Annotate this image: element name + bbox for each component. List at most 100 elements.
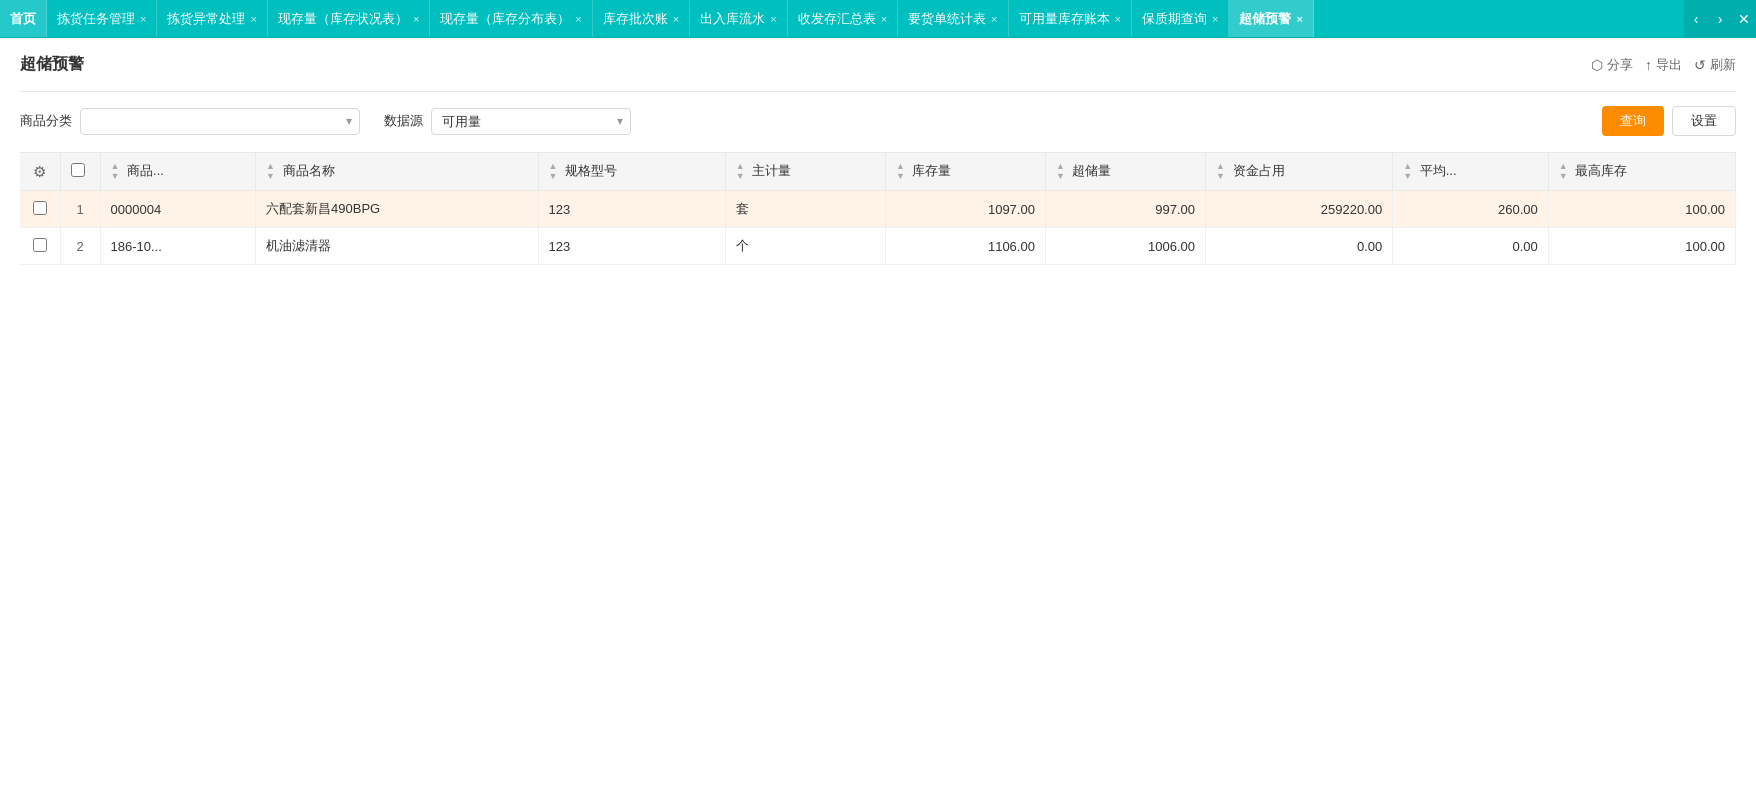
close-icon[interactable]: × (991, 13, 997, 25)
sort-icon: ▲▼ (1559, 162, 1568, 181)
close-icon[interactable]: × (140, 13, 146, 25)
share-icon: ⬡ (1591, 57, 1603, 73)
export-button[interactable]: ↑ 导出 (1645, 56, 1682, 74)
th-max-stock[interactable]: ▲▼ 最高库存 (1548, 153, 1735, 191)
filter-action-buttons: 查询 设置 (1602, 106, 1736, 136)
table-body: 1 0000004 六配套新昌490BPG 123 套 1097.00 997.… (20, 191, 1736, 265)
top-navigation: 首页 拣货任务管理 × 拣货异常处理 × 现存量（库存状况表） × 现存量（库存… (0, 0, 1756, 38)
data-source-select[interactable]: 可用量 库存量 (431, 108, 631, 135)
th-spec[interactable]: ▲▼ 规格型号 (538, 153, 725, 191)
td-checkbox (20, 191, 60, 228)
close-icon[interactable]: × (770, 13, 776, 25)
nav-arrow-close-button[interactable]: ✕ (1732, 0, 1756, 38)
td-stock-qty: 1106.00 (885, 228, 1045, 265)
th-index (60, 153, 100, 191)
close-icon[interactable]: × (881, 13, 887, 25)
nav-tab-available-stock[interactable]: 可用量库存账本 × (1009, 0, 1132, 38)
td-product-name: 机油滤清器 (256, 228, 539, 265)
th-stock-qty[interactable]: ▲▼ 库存量 (885, 153, 1045, 191)
header-actions: ⬡ 分享 ↑ 导出 ↺ 刷新 (1591, 56, 1736, 74)
data-source-select-wrapper: 可用量 库存量 (431, 108, 631, 135)
nav-tab-in-out-flow[interactable]: 出入库流水 × (690, 0, 787, 38)
td-avg: 0.00 (1393, 228, 1549, 265)
nav-arrows-container: ‹ › ✕ (1684, 0, 1756, 38)
th-overstock-qty[interactable]: ▲▼ 超储量 (1045, 153, 1205, 191)
nav-tab-stock-dist[interactable]: 现存量（库存分布表） × (430, 0, 592, 38)
sort-icon: ▲▼ (896, 162, 905, 181)
td-product-code: 186-10... (100, 228, 256, 265)
td-overstock-qty: 997.00 (1045, 191, 1205, 228)
nav-tab-quality-period[interactable]: 保质期查询 × (1132, 0, 1229, 38)
refresh-button[interactable]: ↺ 刷新 (1694, 56, 1736, 74)
nav-tab-collect-send[interactable]: 收发存汇总表 × (788, 0, 898, 38)
close-icon[interactable]: × (250, 13, 256, 25)
nav-tab-overstock-warn[interactable]: 超储预警 × (1229, 0, 1313, 38)
table-header-row: ⚙ ▲▼ 商品... ▲▼ 商品名称 ▲▼ 规格型号 ▲▼ 主计量 (20, 153, 1736, 191)
close-icon[interactable]: × (1115, 13, 1121, 25)
td-index: 1 (60, 191, 100, 228)
td-unit: 个 (725, 228, 885, 265)
sort-icon: ▲▼ (1403, 162, 1412, 181)
product-category-select[interactable] (80, 108, 360, 135)
close-icon[interactable]: × (1212, 13, 1218, 25)
sort-icon: ▲▼ (736, 162, 745, 181)
row-checkbox[interactable] (33, 201, 47, 215)
td-avg: 260.00 (1393, 191, 1549, 228)
td-spec: 123 (538, 191, 725, 228)
page-header: 超储预警 ⬡ 分享 ↑ 导出 ↺ 刷新 (20, 54, 1736, 75)
gear-icon[interactable]: ⚙ (33, 163, 46, 180)
td-overstock-qty: 1006.00 (1045, 228, 1205, 265)
td-product-name: 六配套新昌490BPG (256, 191, 539, 228)
filter-area: 商品分类 数据源 可用量 库存量 查询 设置 (20, 106, 1736, 136)
product-category-filter: 商品分类 (20, 108, 360, 135)
sort-icon: ▲▼ (111, 162, 120, 181)
sort-icon: ▲▼ (266, 162, 275, 181)
data-source-label: 数据源 (384, 112, 423, 130)
nav-tab-task-mgmt[interactable]: 拣货任务管理 × (47, 0, 157, 38)
th-capital-usage[interactable]: ▲▼ 资金占用 (1205, 153, 1392, 191)
table-row[interactable]: 1 0000004 六配套新昌490BPG 123 套 1097.00 997.… (20, 191, 1736, 228)
close-icon[interactable]: × (673, 13, 679, 25)
th-unit[interactable]: ▲▼ 主计量 (725, 153, 885, 191)
td-capital-usage: 259220.00 (1205, 191, 1392, 228)
th-avg[interactable]: ▲▼ 平均... (1393, 153, 1549, 191)
close-icon[interactable]: × (575, 13, 581, 25)
product-category-select-wrapper (80, 108, 360, 135)
sort-icon: ▲▼ (549, 162, 558, 181)
nav-arrow-left-button[interactable]: ‹ (1684, 0, 1708, 38)
close-icon[interactable]: × (1296, 13, 1302, 25)
nav-tab-abnormal[interactable]: 拣货异常处理 × (157, 0, 267, 38)
nav-tab-order-stats[interactable]: 要货单统计表 × (898, 0, 1008, 38)
refresh-icon: ↺ (1694, 57, 1706, 73)
export-icon: ↑ (1645, 57, 1652, 73)
page-divider (20, 91, 1736, 92)
nav-tab-stock-status[interactable]: 现存量（库存状况表） × (268, 0, 430, 38)
td-unit: 套 (725, 191, 885, 228)
td-product-code: 0000004 (100, 191, 256, 228)
nav-tab-batch-account[interactable]: 库存批次账 × (593, 0, 690, 38)
settings-button[interactable]: 设置 (1672, 106, 1736, 136)
td-max-stock: 100.00 (1548, 228, 1735, 265)
select-all-checkbox[interactable] (71, 163, 85, 177)
data-source-filter: 数据源 可用量 库存量 (384, 108, 631, 135)
th-settings: ⚙ (20, 153, 60, 191)
nav-arrow-right-button[interactable]: › (1708, 0, 1732, 38)
td-spec: 123 (538, 228, 725, 265)
page-content: 超储预警 ⬡ 分享 ↑ 导出 ↺ 刷新 商品分类 (0, 38, 1756, 281)
th-product-name[interactable]: ▲▼ 商品名称 (256, 153, 539, 191)
td-capital-usage: 0.00 (1205, 228, 1392, 265)
nav-tab-home[interactable]: 首页 (0, 0, 47, 38)
product-category-label: 商品分类 (20, 112, 72, 130)
share-button[interactable]: ⬡ 分享 (1591, 56, 1633, 74)
row-checkbox[interactable] (33, 238, 47, 252)
query-button[interactable]: 查询 (1602, 106, 1664, 136)
table-row[interactable]: 2 186-10... 机油滤清器 123 个 1106.00 1006.00 … (20, 228, 1736, 265)
td-max-stock: 100.00 (1548, 191, 1735, 228)
close-icon[interactable]: × (413, 13, 419, 25)
td-stock-qty: 1097.00 (885, 191, 1045, 228)
sort-icon: ▲▼ (1056, 162, 1065, 181)
page-title: 超储预警 (20, 54, 84, 75)
th-product-code[interactable]: ▲▼ 商品... (100, 153, 256, 191)
td-checkbox (20, 228, 60, 265)
data-table: ⚙ ▲▼ 商品... ▲▼ 商品名称 ▲▼ 规格型号 ▲▼ 主计量 (20, 152, 1736, 265)
